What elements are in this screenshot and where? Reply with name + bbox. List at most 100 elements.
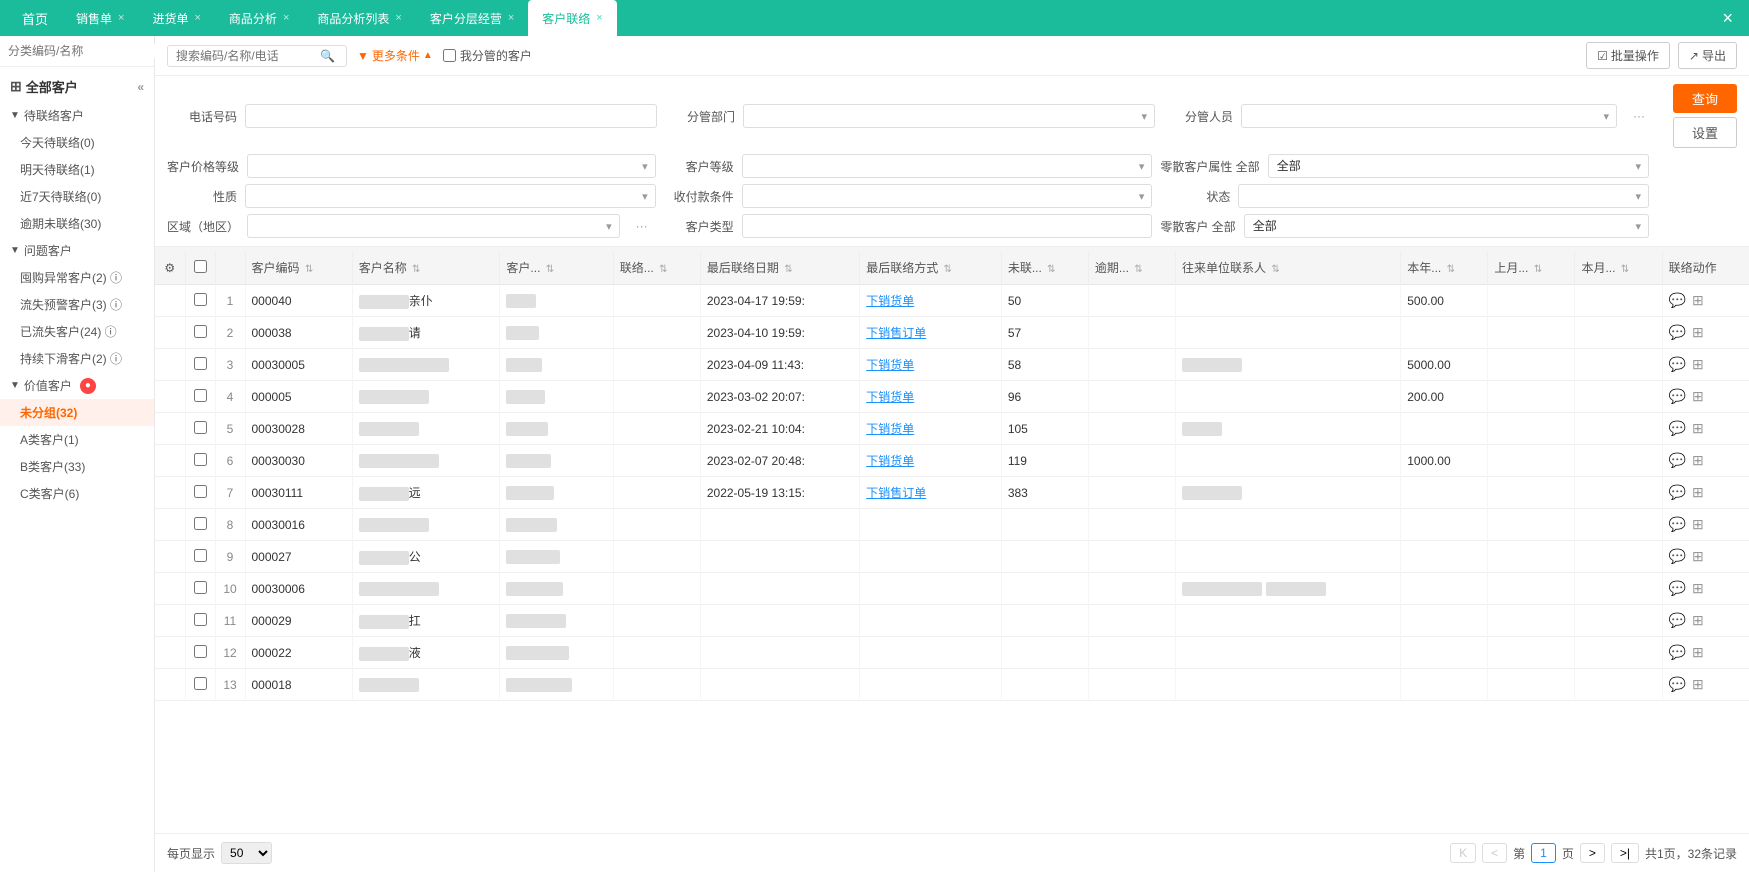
- col-this-year[interactable]: 本年... ⇅: [1401, 251, 1488, 285]
- contact-method-link[interactable]: 下销货单: [866, 454, 914, 468]
- filter-reset-button[interactable]: 设置: [1673, 117, 1737, 148]
- filter-payment-select[interactable]: [742, 184, 1153, 208]
- filter-price-level-select[interactable]: [247, 154, 656, 178]
- chat-icon[interactable]: 💬: [1669, 292, 1686, 309]
- sidebar-item-declining[interactable]: 持续下滑客户(2) ⓘ: [0, 345, 154, 372]
- next-page-button[interactable]: >: [1580, 843, 1605, 863]
- sidebar-item-overdue-pending[interactable]: 逾期未联络(30): [0, 210, 154, 237]
- sidebar-section-problem[interactable]: ▼ 问题客户: [0, 237, 154, 264]
- grid-icon[interactable]: ⊞: [1692, 516, 1704, 533]
- col-last-month[interactable]: 上月... ⇅: [1488, 251, 1575, 285]
- sidebar-item-today-pending[interactable]: 今天待联络(0): [0, 129, 154, 156]
- sidebar-item-hoarding-abnormal[interactable]: 囤购异常客户(2) ⓘ: [0, 264, 154, 291]
- page-size-select[interactable]: 50 100: [221, 842, 272, 864]
- contact-method-link[interactable]: 下销货单: [866, 422, 914, 436]
- batch-operation-button[interactable]: ☑ 批量操作: [1586, 42, 1670, 69]
- row-checkbox[interactable]: [194, 421, 207, 434]
- filter-retail-select[interactable]: 全部: [1244, 214, 1649, 238]
- row-checkbox[interactable]: [194, 485, 207, 498]
- col-last-contact-method[interactable]: 最后联络方式 ⇅: [860, 251, 1002, 285]
- grid-icon[interactable]: ⊞: [1692, 644, 1704, 661]
- filter-status-select[interactable]: [1238, 184, 1649, 208]
- close-customer-contact-tab[interactable]: ×: [596, 12, 602, 24]
- chat-icon[interactable]: 💬: [1669, 580, 1686, 597]
- filter-dept-select[interactable]: [743, 104, 1155, 128]
- sidebar-item-b-class[interactable]: B类客户(33): [0, 453, 154, 480]
- sidebar-section-value[interactable]: ▼ 价值客户 ●: [0, 372, 154, 399]
- row-checkbox[interactable]: [194, 453, 207, 466]
- contact-method-link[interactable]: 下销货单: [866, 390, 914, 404]
- filter-input-phone[interactable]: [245, 104, 657, 128]
- tab-purchase[interactable]: 进货单 ×: [138, 0, 214, 36]
- filter-search-icon[interactable]: 🔍: [320, 49, 335, 63]
- grid-icon[interactable]: ⊞: [1692, 484, 1704, 501]
- export-button[interactable]: ↗ 导出: [1678, 42, 1737, 69]
- grid-icon[interactable]: ⊞: [1692, 452, 1704, 469]
- home-tab[interactable]: 首页: [8, 0, 62, 36]
- filter-region-select[interactable]: [247, 214, 620, 238]
- col-overdue[interactable]: 逾期... ⇅: [1088, 251, 1175, 285]
- col-customer-name[interactable]: 客户名称 ⇅: [352, 251, 500, 285]
- chat-icon[interactable]: 💬: [1669, 644, 1686, 661]
- col-not-contacted[interactable]: 未联... ⇅: [1001, 251, 1088, 285]
- chat-icon[interactable]: 💬: [1669, 356, 1686, 373]
- sidebar-item-churn-warning[interactable]: 流失预警客户(3) ⓘ: [0, 291, 154, 318]
- chat-icon[interactable]: 💬: [1669, 420, 1686, 437]
- chat-icon[interactable]: 💬: [1669, 484, 1686, 501]
- filter-region-dots[interactable]: ···: [628, 219, 656, 233]
- sidebar-item-churned[interactable]: 已流失客户(24) ⓘ: [0, 318, 154, 345]
- chat-icon[interactable]: 💬: [1669, 676, 1686, 693]
- row-checkbox[interactable]: [194, 517, 207, 530]
- contact-method-link[interactable]: 下销货单: [866, 294, 914, 308]
- first-page-button[interactable]: K: [1450, 843, 1476, 863]
- col-this-month[interactable]: 本月... ⇅: [1575, 251, 1662, 285]
- chat-icon[interactable]: 💬: [1669, 516, 1686, 533]
- contact-method-link[interactable]: 下销售订单: [866, 326, 926, 340]
- filter-customer-level-select[interactable]: [742, 154, 1153, 178]
- filter-nature-select[interactable]: [245, 184, 656, 208]
- row-checkbox[interactable]: [194, 645, 207, 658]
- filter-retail-attr-select[interactable]: 全部: [1268, 154, 1649, 178]
- sidebar-item-7day-pending[interactable]: 近7天待联络(0): [0, 183, 154, 210]
- close-product-analysis-tab[interactable]: ×: [283, 12, 289, 24]
- last-page-button[interactable]: >|: [1611, 843, 1639, 863]
- row-checkbox[interactable]: [194, 677, 207, 690]
- my-customers-checkbox[interactable]: [443, 49, 456, 62]
- col-customer-code[interactable]: 客户编码 ⇅: [245, 251, 352, 285]
- contact-method-link[interactable]: 下销货单: [866, 358, 914, 372]
- close-customer-tier-tab[interactable]: ×: [508, 12, 514, 24]
- filter-input-customer-type[interactable]: [742, 214, 1153, 238]
- filter-person-select[interactable]: [1241, 104, 1617, 128]
- row-checkbox[interactable]: [194, 293, 207, 306]
- col-settings[interactable]: ⚙: [155, 251, 185, 285]
- close-all-tabs[interactable]: ×: [1714, 8, 1741, 29]
- sidebar-all-customers[interactable]: ⊞ 全部客户 «: [0, 71, 154, 102]
- tab-sales[interactable]: 销售单 ×: [62, 0, 138, 36]
- close-purchase-tab[interactable]: ×: [194, 12, 200, 24]
- grid-icon[interactable]: ⊞: [1692, 292, 1704, 309]
- chat-icon[interactable]: 💬: [1669, 612, 1686, 629]
- chat-icon[interactable]: 💬: [1669, 388, 1686, 405]
- chat-icon[interactable]: 💬: [1669, 452, 1686, 469]
- col-contact[interactable]: 联络... ⇅: [613, 251, 700, 285]
- grid-icon[interactable]: ⊞: [1692, 612, 1704, 629]
- close-sales-tab[interactable]: ×: [118, 12, 124, 24]
- row-checkbox[interactable]: [194, 389, 207, 402]
- sidebar-item-tomorrow-pending[interactable]: 明天待联络(1): [0, 156, 154, 183]
- sidebar-collapse-btn[interactable]: «: [137, 80, 144, 94]
- row-checkbox[interactable]: [194, 549, 207, 562]
- row-checkbox[interactable]: [194, 613, 207, 626]
- row-checkbox[interactable]: [194, 325, 207, 338]
- filter-search-input[interactable]: [176, 49, 316, 63]
- tab-customer-contact[interactable]: 客户联络 ×: [528, 0, 616, 36]
- sidebar-search-input[interactable]: [8, 44, 163, 58]
- filter-more-conditions[interactable]: ▼ 更多条件 ▲: [357, 47, 433, 64]
- sidebar-item-unassigned-group[interactable]: 未分组(32): [0, 399, 154, 426]
- grid-icon[interactable]: ⊞: [1692, 324, 1704, 341]
- close-product-analysis-list-tab[interactable]: ×: [395, 12, 401, 24]
- grid-icon[interactable]: ⊞: [1692, 356, 1704, 373]
- grid-icon[interactable]: ⊞: [1692, 676, 1704, 693]
- tab-product-analysis-list[interactable]: 商品分析列表 ×: [303, 0, 415, 36]
- prev-page-button[interactable]: <: [1482, 843, 1507, 863]
- sidebar-section-pending[interactable]: ▼ 待联络客户: [0, 102, 154, 129]
